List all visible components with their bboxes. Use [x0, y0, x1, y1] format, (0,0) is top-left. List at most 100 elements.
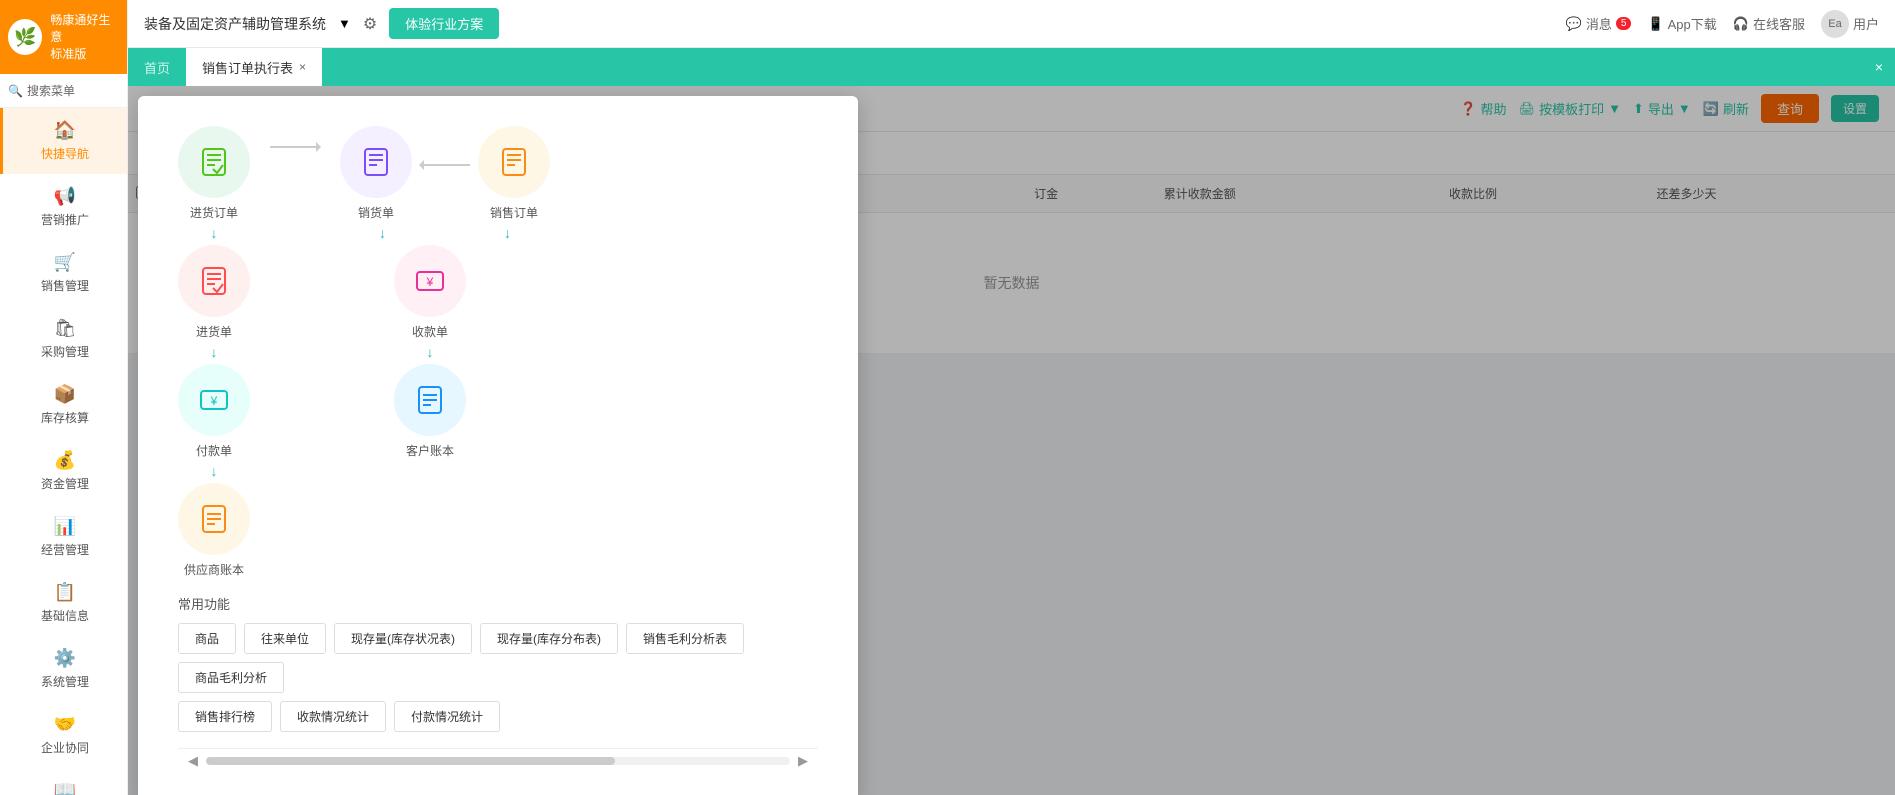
- settings-icon[interactable]: ⚙: [363, 14, 377, 34]
- tab-sales-order-label: 销售订单执行表: [202, 58, 293, 77]
- purchase-order-label: 进货订单: [190, 204, 238, 221]
- middle-right-row: ¥ 收款单: [394, 245, 466, 340]
- experience-btn[interactable]: 体验行业方案: [389, 8, 499, 39]
- search-icon: 🔍: [8, 84, 23, 98]
- customer-ledger-wrap: 客户账本: [394, 364, 466, 459]
- service-icon: 🎧: [1733, 16, 1749, 32]
- scroll-track[interactable]: [206, 757, 790, 765]
- supplier-ledger-label: 供应商账本: [184, 561, 244, 578]
- func-btn-payment-stat[interactable]: 付款情况统计: [394, 701, 500, 732]
- sidebar-item-system[interactable]: ⚙️ 系统管理: [0, 636, 127, 702]
- online-service-btn[interactable]: 🎧 在线客服: [1733, 14, 1805, 33]
- flow-item-receipt[interactable]: ¥ 收款单: [394, 245, 466, 340]
- receipt-label: 收款单: [412, 323, 448, 340]
- func-btn-sales-profit[interactable]: 销售毛利分析表: [626, 623, 744, 654]
- func-btn-sales-rank[interactable]: 销售排行榜: [178, 701, 272, 732]
- common-functions-title: 常用功能: [178, 594, 818, 613]
- receipt-icon: ¥: [394, 245, 466, 317]
- sidebar-item-label: 系统管理: [41, 673, 89, 690]
- down-arrow-2: ↓: [211, 344, 218, 360]
- message-icon: 💬: [1566, 16, 1582, 32]
- sidebar: 🌿 畅康通好生意 标准版 🔍 搜索菜单 🏠 快捷导航 📢 营销推广 🛒 销售管理: [0, 0, 128, 795]
- sidebar-item-label: 资金管理: [41, 475, 89, 492]
- online-service-label: 在线客服: [1753, 14, 1805, 33]
- tab-sales-order[interactable]: 销售订单执行表 ×: [186, 48, 322, 86]
- message-btn[interactable]: 💬 消息 5: [1566, 14, 1632, 33]
- purchase-bill-icon: [178, 245, 250, 317]
- guide-icon: 📖: [54, 780, 76, 795]
- flow-diagram: 进货订单 ↓ 进货单 ↓: [178, 126, 818, 578]
- func-btn-inventory-status[interactable]: 现存量(库存状况表): [334, 623, 472, 654]
- sidebar-item-inventory[interactable]: 📦 库存核算: [0, 372, 127, 438]
- sidebar-item-label: 快捷导航: [41, 145, 89, 162]
- chevron-down-icon: ▼: [338, 16, 351, 31]
- sidebar-item-purchase[interactable]: 🛍 采购管理: [0, 306, 127, 372]
- system-title: 装备及固定资产辅助管理系统: [144, 14, 326, 34]
- sidebar-item-sales[interactable]: 🛒 销售管理: [0, 240, 127, 306]
- sales-order-icon: [478, 126, 550, 198]
- system-dropdown[interactable]: ▼: [338, 16, 351, 31]
- sales-bill-label: 销货单: [358, 204, 394, 221]
- enterprise-icon: 🤝: [54, 714, 76, 735]
- logo-text: 畅康通好生意 标准版: [50, 12, 119, 62]
- purchase-icon: 🛍: [54, 318, 77, 339]
- tab-home[interactable]: 首页: [128, 48, 186, 86]
- flow-item-purchase-bill[interactable]: 进货单: [178, 245, 250, 340]
- sidebar-search[interactable]: 🔍 搜索菜单: [0, 74, 127, 108]
- horizontal-arrow-2: [420, 164, 470, 166]
- sidebar-item-basic[interactable]: 📋 基础信息: [0, 570, 127, 636]
- supplier-ledger-icon: [178, 483, 250, 555]
- func-btn-product[interactable]: 商品: [178, 623, 236, 654]
- purchase-order-icon: [178, 126, 250, 198]
- sales-icon: 🛒: [54, 252, 76, 273]
- sidebar-item-label: 采购管理: [41, 343, 89, 360]
- down-arrow-4: ↓: [379, 225, 386, 241]
- download-icon: 📱: [1647, 16, 1663, 32]
- flow-item-sales-bill[interactable]: 销货单: [340, 126, 412, 221]
- sidebar-item-marketing[interactable]: 📢 营销推广: [0, 174, 127, 240]
- tab-home-label: 首页: [144, 58, 170, 77]
- func-btn-partners[interactable]: 往来单位: [244, 623, 326, 654]
- flow-left-group: 进货订单 ↓ 进货单 ↓: [178, 126, 250, 578]
- finance-icon: 💰: [54, 450, 76, 471]
- scroll-left-btn[interactable]: ◀: [188, 753, 198, 769]
- sidebar-item-label: 销售管理: [41, 277, 89, 294]
- sidebar-item-enterprise[interactable]: 🤝 企业协同: [0, 702, 127, 768]
- flow-item-sales-order[interactable]: 销售订单: [478, 126, 550, 221]
- tabs-close-all[interactable]: ×: [1875, 59, 1883, 75]
- svg-text:¥: ¥: [426, 275, 434, 289]
- search-label: 搜索菜单: [27, 82, 75, 99]
- flow-item-customer-ledger[interactable]: 客户账本: [394, 364, 466, 459]
- flow-item-purchase-order[interactable]: 进货订单: [178, 126, 250, 221]
- user-menu[interactable]: Ea 用户: [1821, 10, 1879, 38]
- func-btn-product-profit[interactable]: 商品毛利分析: [178, 662, 284, 693]
- sidebar-item-label: 基础信息: [41, 607, 89, 624]
- sidebar-item-guide[interactable]: 📖 新手引导: [0, 768, 127, 795]
- sidebar-item-quick-nav[interactable]: 🏠 快捷导航: [0, 108, 127, 174]
- sales-bill-icon: [340, 126, 412, 198]
- message-badge: 5: [1616, 17, 1632, 30]
- down-arrows-row: ↓ ↓: [379, 221, 511, 245]
- sidebar-item-operation[interactable]: 📊 经营管理: [0, 504, 127, 570]
- scroll-bar: ◀ ▶: [178, 748, 818, 773]
- function-buttons-row-2: 销售排行榜 收款情况统计 付款情况统计: [178, 701, 818, 732]
- scroll-thumb: [206, 757, 615, 765]
- sales-order-label: 销售订单: [490, 204, 538, 221]
- func-btn-inventory-dist[interactable]: 现存量(库存分布表): [480, 623, 618, 654]
- page-body: ❓ 帮助 🖨 按模板打印 ▼ ⬆ 导出 ▼ 🔄: [128, 86, 1895, 795]
- tab-close-icon[interactable]: ×: [299, 60, 306, 74]
- home-icon: 🏠: [54, 120, 76, 141]
- sidebar-item-label: 库存核算: [41, 409, 89, 426]
- app-download-btn[interactable]: 📱 App下载: [1647, 14, 1716, 33]
- operation-icon: 📊: [54, 516, 76, 537]
- sidebar-item-label: 营销推广: [41, 211, 89, 228]
- function-buttons-row: 商品 往来单位 现存量(库存状况表) 现存量(库存分布表) 销售毛利分析表 商品…: [178, 623, 818, 693]
- func-btn-receipt-stat[interactable]: 收款情况统计: [280, 701, 386, 732]
- sidebar-item-finance[interactable]: 💰 资金管理: [0, 438, 127, 504]
- flow-item-payment[interactable]: ¥ 付款单: [178, 364, 250, 459]
- sidebar-item-label: 经营管理: [41, 541, 89, 558]
- flow-item-supplier-ledger[interactable]: 供应商账本: [178, 483, 250, 578]
- scroll-right-btn[interactable]: ▶: [798, 753, 808, 769]
- payment-label: 付款单: [196, 442, 232, 459]
- purchase-bill-label: 进货单: [196, 323, 232, 340]
